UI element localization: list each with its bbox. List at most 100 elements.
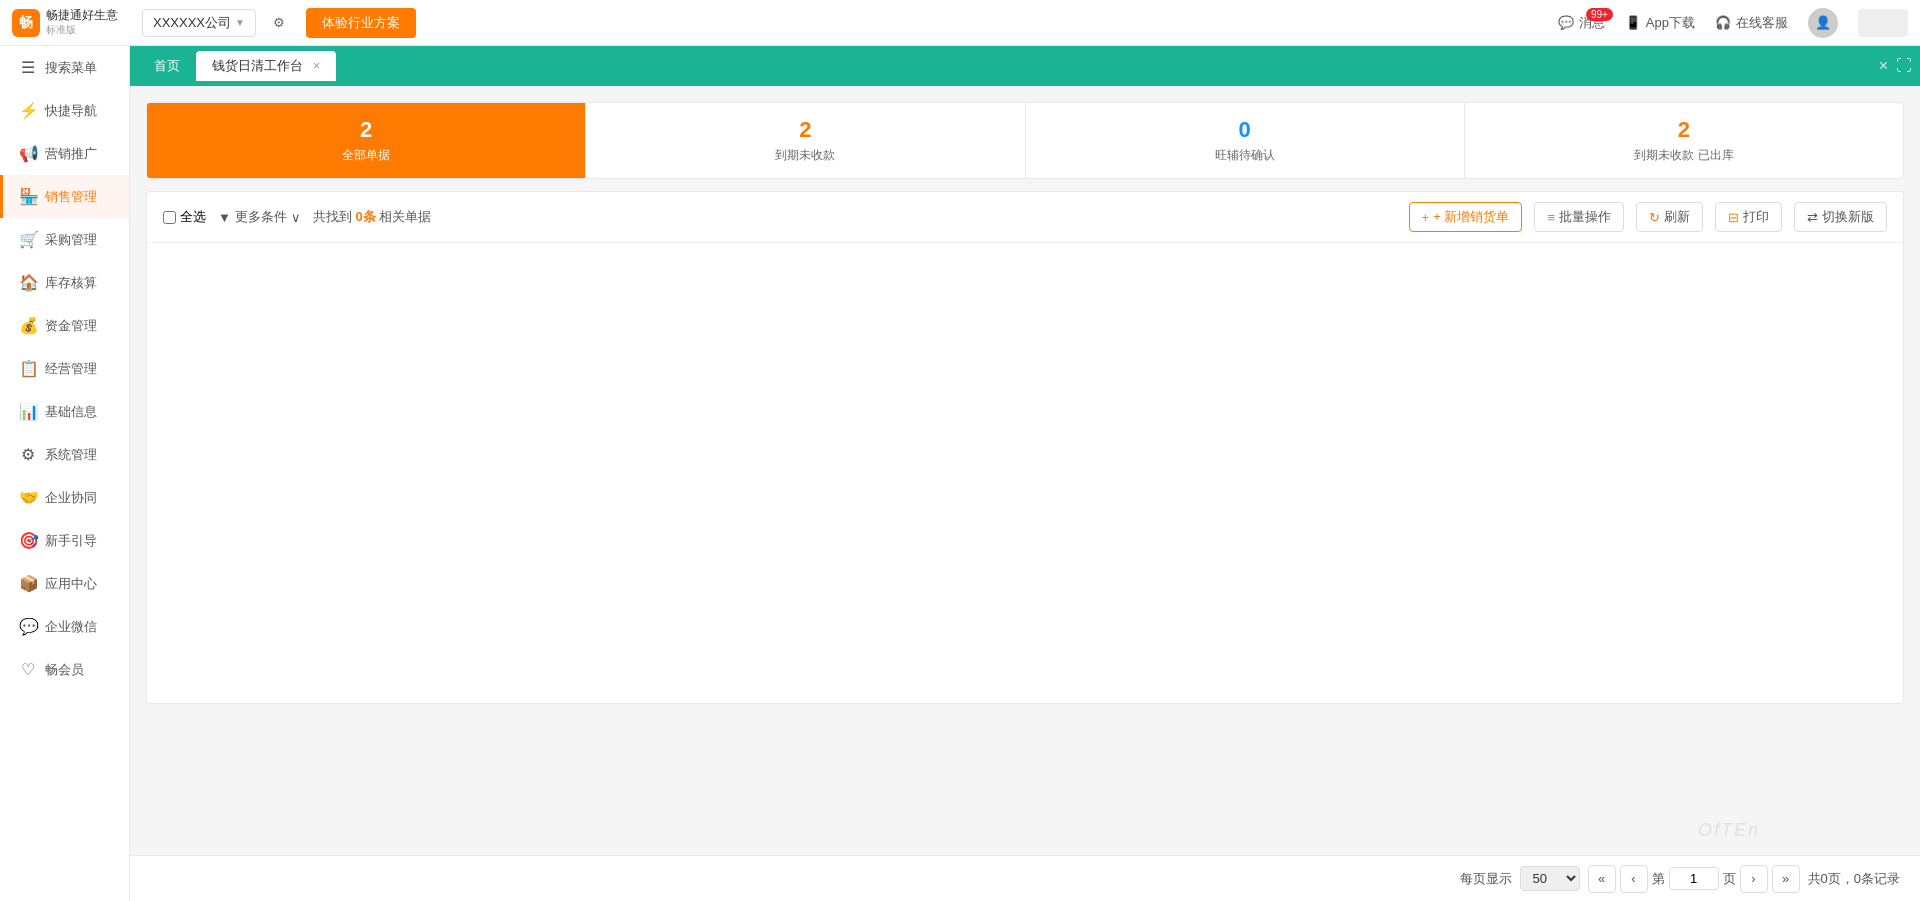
next-page-button[interactable]: › — [1740, 865, 1768, 893]
sidebar-icon-enterprise: 🤝 — [19, 488, 37, 507]
stat-number-1: 2 — [606, 117, 1004, 143]
sidebar-icon-sales: 🏪 — [19, 187, 37, 206]
sidebar-icon-guide: 🎯 — [19, 531, 37, 550]
message-icon: 💬 — [1558, 15, 1574, 30]
sidebar-item-enterprise[interactable]: 🤝 企业协同 — [0, 476, 129, 519]
sidebar-label-operations: 经营管理 — [45, 360, 97, 378]
sidebar-item-member[interactable]: ♡畅会员 — [0, 648, 129, 691]
stat-label-3: 到期未收款 已出库 — [1485, 147, 1883, 164]
total-records: 共0页，0条记录 — [1808, 870, 1900, 888]
stats-row: 2 全部单据 2 到期未收款 0 旺辅待确认 2 到期未收款 已出库 — [146, 102, 1904, 179]
sidebar-item-operations[interactable]: 📋 经营管理 — [0, 347, 129, 390]
main-content: 2 全部单据 2 到期未收款 0 旺辅待确认 2 到期未收款 已出库 全选 ▼ … — [130, 86, 1920, 901]
content-area: 全选 ▼ 更多条件 ∨ 共找到 0条 相关单据 + + 新增销货单 — [146, 191, 1904, 704]
sidebar-label-purchase: 采购管理 — [45, 231, 97, 249]
stat-number-2: 0 — [1046, 117, 1444, 143]
sidebar-item-app-center[interactable]: 📦应用中心 — [0, 562, 129, 605]
sidebar-item-inventory[interactable]: 🏠 库存核算 — [0, 261, 129, 304]
print-button[interactable]: ⊟ 打印 — [1715, 202, 1782, 232]
sidebar-item-system[interactable]: ⚙系统管理 — [0, 433, 129, 476]
company-name: XXXXXX公司 — [153, 14, 231, 32]
select-all-input[interactable] — [163, 211, 176, 224]
app-download-button[interactable]: 📱 App下载 — [1625, 14, 1695, 32]
sidebar-item-quick-nav[interactable]: ⚡ 快捷导航 — [0, 89, 129, 132]
page-number-input[interactable] — [1669, 867, 1719, 890]
stat-card-1[interactable]: 2 到期未收款 — [586, 103, 1025, 178]
sidebar-item-search[interactable]: ☰搜索菜单 — [0, 46, 129, 89]
batch-label: 批量操作 — [1559, 208, 1611, 226]
logo-title: 畅捷通好生意 — [46, 8, 118, 24]
stat-card-2[interactable]: 0 旺辅待确认 — [1026, 103, 1465, 178]
tab-current[interactable]: 钱货日清工作台 × — [196, 51, 336, 81]
content-toolbar: 全选 ▼ 更多条件 ∨ 共找到 0条 相关单据 + + 新增销货单 — [147, 192, 1903, 243]
sidebar-item-purchase[interactable]: 🛒采购管理 — [0, 218, 129, 261]
sidebar-label-basic-info: 基础信息 — [45, 403, 97, 421]
sidebar-item-finance[interactable]: 💰资金管理 — [0, 304, 129, 347]
headset-icon: 🎧 — [1715, 15, 1731, 30]
sidebar-icon-member: ♡ — [19, 660, 37, 679]
sidebar-label-wechat: 企业微信 — [45, 618, 97, 636]
per-page-select[interactable]: 50 100 200 — [1520, 866, 1580, 891]
sidebar-label-enterprise: 企业协同 — [45, 489, 97, 507]
stat-label-0: 全部单据 — [167, 147, 565, 164]
switch-version-button[interactable]: ⇄ 切换新版 — [1794, 202, 1887, 232]
toolbar-right: + + 新增销货单 ≡ 批量操作 ↻ 刷新 ⊟ 打印 ⇄ 切换新版 — [1409, 202, 1887, 232]
tab-window-close[interactable]: × — [1879, 57, 1888, 75]
filter-button[interactable]: ▼ 更多条件 ∨ — [218, 208, 301, 226]
stat-card-3[interactable]: 2 到期未收款 已出库 — [1465, 103, 1903, 178]
stat-card-0[interactable]: 2 全部单据 — [147, 103, 586, 178]
logo-icon: 畅 — [12, 9, 40, 37]
add-label: + 新增销货单 — [1433, 208, 1509, 226]
last-page-button[interactable]: » — [1772, 865, 1800, 893]
batch-operation-button[interactable]: ≡ 批量操作 — [1534, 202, 1624, 232]
header-right: 💬 消息 99+ 📱 App下载 🎧 在线客服 👤 — [1558, 8, 1908, 38]
stat-number-0: 2 — [167, 117, 565, 143]
app-download-label: App下载 — [1646, 14, 1695, 32]
refresh-button[interactable]: ↻ 刷新 — [1636, 202, 1703, 232]
prev-page-button[interactable]: ‹ — [1620, 865, 1648, 893]
sidebar-item-guide[interactable]: 🎯 新手引导 — [0, 519, 129, 562]
tab-close-icon[interactable]: × — [313, 59, 320, 73]
first-page-button[interactable]: « — [1588, 865, 1616, 893]
company-selector[interactable]: XXXXXX公司 ▼ — [142, 9, 256, 37]
sidebar-icon-operations: 📋 — [19, 359, 37, 378]
stat-number-3: 2 — [1485, 117, 1883, 143]
sidebar-label-inventory: 库存核算 — [45, 274, 97, 292]
sidebar-item-wechat[interactable]: 💬企业微信 — [0, 605, 129, 648]
tab-home-label: 首页 — [154, 57, 180, 75]
tab-window-expand[interactable]: ⛶ — [1896, 57, 1912, 75]
sidebar-item-sales[interactable]: 🏪销售管理 — [0, 175, 129, 218]
user-avatar[interactable]: 👤 — [1808, 8, 1838, 38]
logo-area: 畅 畅捷通好生意 标准版 — [12, 8, 142, 38]
sidebar-label-guide: 新手引导 — [45, 532, 97, 550]
found-text: 共找到 0条 相关单据 — [313, 208, 431, 226]
pagination-bar: 每页显示 50 100 200 « ‹ 第 页 › » 共0页，0条记录 — [130, 855, 1920, 901]
sidebar-icon-basic-info: 📊 — [19, 402, 37, 421]
stat-label-2: 旺辅待确认 — [1046, 147, 1444, 164]
avatar-icon: 👤 — [1815, 15, 1831, 30]
page-prefix: 第 — [1652, 870, 1665, 888]
batch-icon: ≡ — [1547, 210, 1555, 225]
tab-home[interactable]: 首页 — [138, 51, 196, 81]
select-all-checkbox[interactable]: 全选 — [163, 208, 206, 226]
sidebar-label-app-center: 应用中心 — [45, 575, 97, 593]
add-icon: + — [1422, 210, 1430, 225]
sidebar-icon-quick-nav: ⚡ — [19, 101, 37, 120]
sidebar-label-finance: 资金管理 — [45, 317, 97, 335]
sidebar-icon-search: ☰ — [19, 58, 37, 77]
sidebar-item-marketing[interactable]: 📢营销推广 — [0, 132, 129, 175]
sidebar-item-basic-info[interactable]: 📊 基础信息 — [0, 390, 129, 433]
online-service-button[interactable]: 🎧 在线客服 — [1715, 14, 1788, 32]
page-suffix: 页 — [1723, 870, 1736, 888]
logo-subtitle: 标准版 — [46, 23, 118, 37]
select-all-label: 全选 — [180, 208, 206, 226]
user-name-area[interactable] — [1858, 9, 1908, 37]
app-download-icon: 📱 — [1625, 15, 1641, 30]
add-sales-order-button[interactable]: + + 新增销货单 — [1409, 202, 1523, 232]
switch-icon: ⇄ — [1807, 210, 1818, 225]
message-button[interactable]: 💬 消息 99+ — [1558, 14, 1605, 32]
trial-button[interactable]: 体验行业方案 — [306, 8, 416, 38]
sidebar-icon-inventory: 🏠 — [19, 273, 37, 292]
sidebar-label-quick-nav: 快捷导航 — [45, 102, 97, 120]
settings-button[interactable]: ⚙ — [264, 8, 294, 38]
